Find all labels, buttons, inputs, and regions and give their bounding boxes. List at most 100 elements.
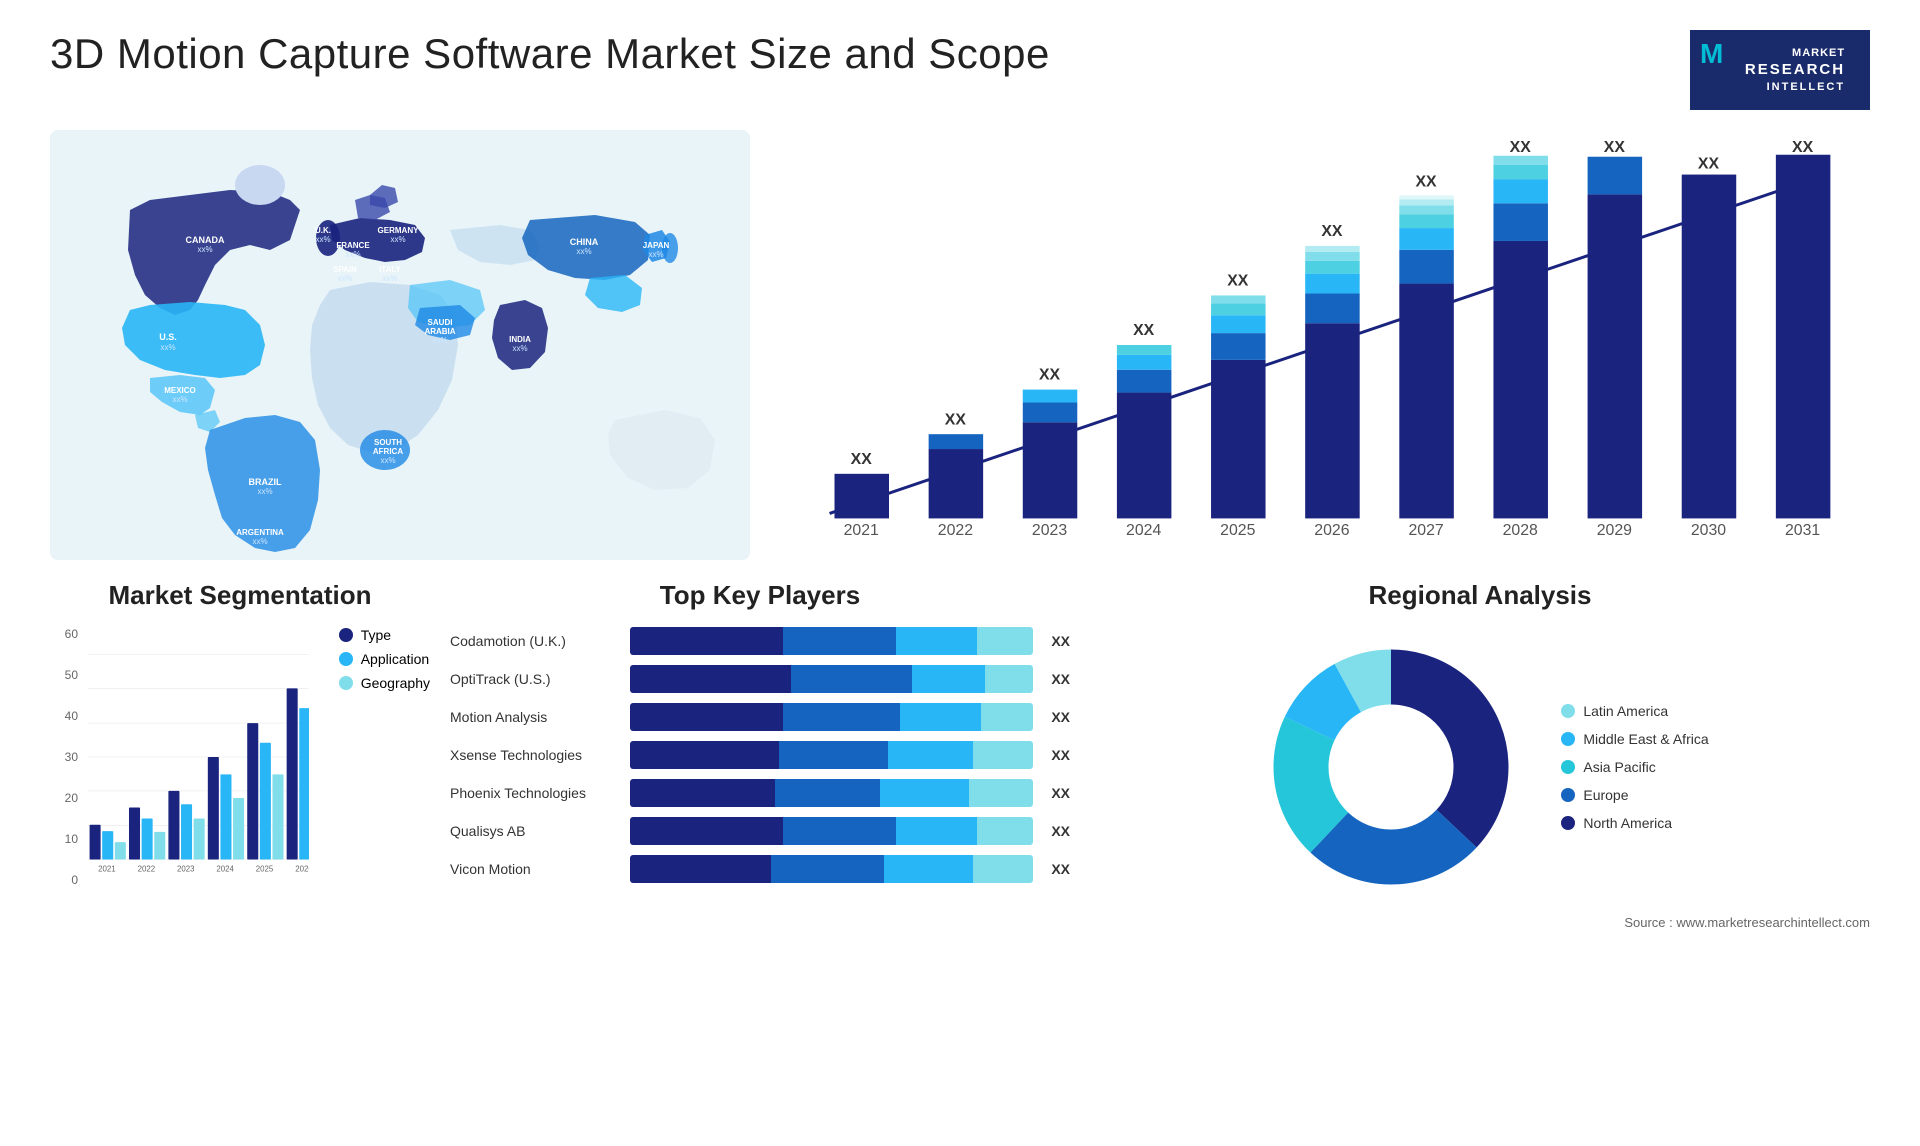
logo-line2: RESEARCH bbox=[1745, 60, 1845, 80]
legend-type: Type bbox=[339, 627, 430, 643]
map-value-southafrica: xx% bbox=[380, 456, 395, 465]
legend-item-europe: Europe bbox=[1561, 787, 1708, 803]
y-label-60: 60 bbox=[50, 627, 78, 641]
regional-area: Regional Analysis bbox=[1090, 580, 1870, 1000]
svg-text:2022: 2022 bbox=[138, 864, 156, 873]
page-container: 3D Motion Capture Software Market Size a… bbox=[0, 0, 1920, 1146]
map-value-canada: xx% bbox=[197, 245, 212, 254]
svg-text:2027: 2027 bbox=[1408, 522, 1443, 539]
svg-text:XX: XX bbox=[1792, 139, 1814, 156]
svg-text:2021: 2021 bbox=[98, 864, 116, 873]
map-label-italy: ITALY bbox=[379, 265, 401, 274]
top-section: CANADA xx% U.S. xx% MEXICO xx% BRAZIL xx… bbox=[50, 130, 1870, 560]
legend-label-europe: Europe bbox=[1583, 787, 1628, 803]
bar-2022: XX 2022 bbox=[929, 411, 984, 539]
player-bar-vicon bbox=[630, 855, 1033, 883]
legend-label-application: Application bbox=[361, 651, 430, 667]
legend-dot-north-america bbox=[1561, 816, 1575, 830]
bar-2027: XX 2027 bbox=[1399, 173, 1454, 539]
y-axis: 60 50 40 30 20 10 0 bbox=[50, 627, 78, 887]
player-codamotion: Codamotion (U.K.) XX bbox=[450, 627, 1070, 655]
donut-container: Latin America Middle East & Africa Asia … bbox=[1090, 627, 1870, 907]
legend-label-latin-america: Latin America bbox=[1583, 703, 1668, 719]
legend-geography: Geography bbox=[339, 675, 430, 691]
donut-chart-svg bbox=[1251, 627, 1531, 907]
svg-text:XX: XX bbox=[1698, 156, 1720, 173]
svg-text:2031: 2031 bbox=[1785, 522, 1820, 539]
svg-text:2023: 2023 bbox=[177, 864, 195, 873]
map-value-us: xx% bbox=[160, 343, 175, 352]
regional-legend: Latin America Middle East & Africa Asia … bbox=[1561, 703, 1708, 831]
svg-text:XX: XX bbox=[1604, 139, 1626, 156]
map-value-brazil: xx% bbox=[257, 487, 272, 496]
svg-text:2021: 2021 bbox=[844, 522, 879, 539]
map-value-uk: xx% bbox=[315, 235, 330, 244]
legend-label-north-america: North America bbox=[1583, 815, 1672, 831]
map-label-brazil: BRAZIL bbox=[249, 477, 282, 487]
seg-bars-container: 2021 2022 2023 bbox=[88, 627, 309, 892]
svg-text:2026: 2026 bbox=[1314, 522, 1349, 539]
logo-box: M MARKET RESEARCH INTELLECT bbox=[1690, 30, 1870, 110]
player-value-vicon: XX bbox=[1051, 861, 1070, 877]
map-value-italy: xx% bbox=[382, 274, 397, 283]
y-label-0: 0 bbox=[50, 873, 78, 887]
svg-text:XX: XX bbox=[1510, 139, 1532, 156]
player-value-phoenix: XX bbox=[1051, 785, 1070, 801]
bar-chart-area: XX 2021 XX 2022 XX bbox=[780, 130, 1870, 560]
legend-item-north-america: North America bbox=[1561, 815, 1708, 831]
svg-text:2028: 2028 bbox=[1503, 522, 1538, 539]
logo-m-icon: M bbox=[1700, 38, 1723, 70]
svg-text:XX: XX bbox=[945, 411, 967, 428]
legend-dot-latin-america bbox=[1561, 704, 1575, 718]
map-value-spain: xx% bbox=[337, 274, 352, 283]
player-name-qualisys: Qualisys AB bbox=[450, 823, 620, 839]
y-label-30: 30 bbox=[50, 750, 78, 764]
map-label-southafrica: SOUTH bbox=[374, 438, 402, 447]
player-optitrack: OptiTrack (U.S.) XX bbox=[450, 665, 1070, 693]
player-bar-qualisys bbox=[630, 817, 1033, 845]
world-map-svg: CANADA xx% U.S. xx% MEXICO xx% BRAZIL xx… bbox=[50, 130, 750, 560]
map-label-us: U.S. bbox=[159, 332, 177, 342]
legend-item-middle-east: Middle East & Africa bbox=[1561, 731, 1708, 747]
player-value-xsense: XX bbox=[1051, 747, 1070, 763]
player-bar-seg3 bbox=[896, 627, 977, 655]
map-value-saudi: xx% bbox=[432, 336, 447, 345]
y-label-10: 10 bbox=[50, 832, 78, 846]
svg-text:XX: XX bbox=[1227, 273, 1249, 290]
map-label-france: FRANCE bbox=[336, 241, 370, 250]
map-area: CANADA xx% U.S. xx% MEXICO xx% BRAZIL xx… bbox=[50, 130, 750, 560]
bar-chart-wrapper: XX 2021 XX 2022 XX bbox=[780, 130, 1870, 560]
bar-2024: XX 2024 bbox=[1117, 322, 1172, 539]
svg-text:2023: 2023 bbox=[1032, 522, 1067, 539]
map-value-germany: xx% bbox=[390, 235, 405, 244]
map-label-india: INDIA bbox=[509, 335, 531, 344]
player-name-vicon: Vicon Motion bbox=[450, 861, 620, 877]
svg-text:2030: 2030 bbox=[1691, 522, 1726, 539]
svg-text:2022: 2022 bbox=[938, 522, 973, 539]
bar-2029: XX 2029 bbox=[1588, 139, 1643, 539]
page-title: 3D Motion Capture Software Market Size a… bbox=[50, 30, 1050, 78]
svg-text:XX: XX bbox=[1321, 223, 1343, 240]
seg-legend: Type Application Geography bbox=[339, 627, 430, 892]
map-label-japan: JAPAN bbox=[643, 241, 670, 250]
player-xsense: Xsense Technologies XX bbox=[450, 741, 1070, 769]
player-bar-seg4 bbox=[977, 627, 1033, 655]
map-label-canada: CANADA bbox=[186, 235, 225, 245]
player-motionanalysis: Motion Analysis XX bbox=[450, 703, 1070, 731]
y-label-50: 50 bbox=[50, 668, 78, 682]
legend-dot-type bbox=[339, 628, 353, 642]
player-value-qualisys: XX bbox=[1051, 823, 1070, 839]
player-phoenix: Phoenix Technologies XX bbox=[450, 779, 1070, 807]
map-value-argentina: xx% bbox=[252, 537, 267, 546]
legend-dot-asia-pacific bbox=[1561, 760, 1575, 774]
segmentation-title: Market Segmentation bbox=[50, 580, 430, 611]
player-bar-codamotion bbox=[630, 627, 1033, 655]
svg-text:2024: 2024 bbox=[1126, 522, 1161, 539]
legend-label-asia-pacific: Asia Pacific bbox=[1583, 759, 1655, 775]
legend-label-middle-east: Middle East & Africa bbox=[1583, 731, 1708, 747]
segmentation-area: Market Segmentation 60 50 40 30 20 10 0 bbox=[50, 580, 430, 1000]
map-label-southafrica2: AFRICA bbox=[373, 447, 403, 456]
map-label-spain: SPAIN bbox=[333, 265, 357, 274]
y-label-20: 20 bbox=[50, 791, 78, 805]
svg-text:XX: XX bbox=[1133, 322, 1155, 339]
